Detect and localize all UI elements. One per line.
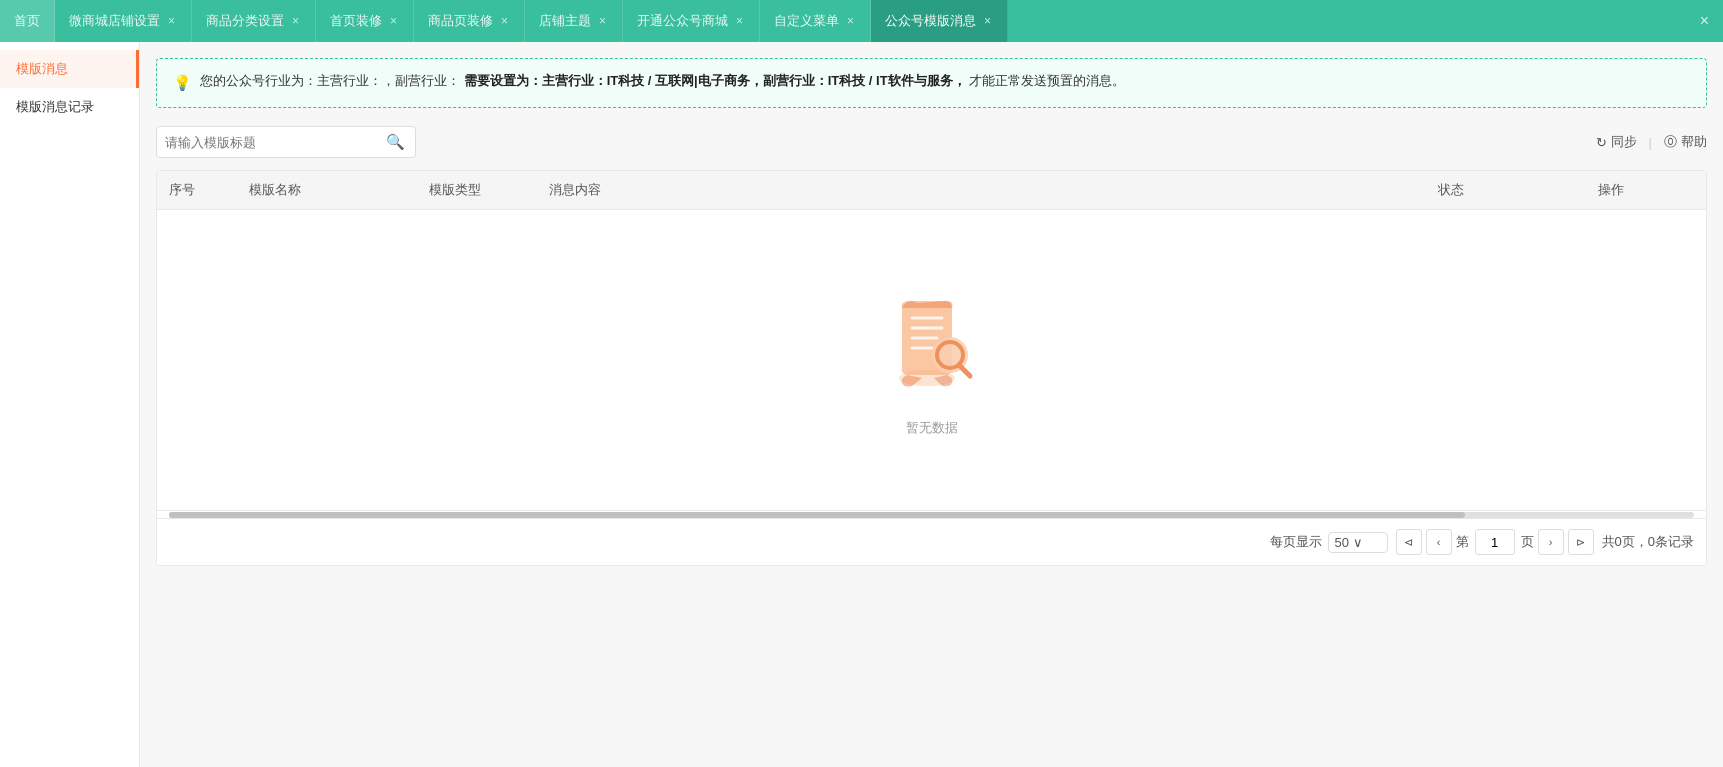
nav-tab-template-msg[interactable]: 公众号模版消息 × <box>871 0 1008 42</box>
empty-text: 暂无数据 <box>906 419 958 437</box>
table-header: 序号 模版名称 模版类型 消息内容 状态 操作 <box>157 171 1706 210</box>
table-body-empty: 暂无数据 <box>157 210 1706 510</box>
sidebar-item-template-record-label: 模版消息记录 <box>16 99 94 114</box>
col-header-index: 序号 <box>157 171 237 209</box>
sync-button[interactable]: ↻ 同步 <box>1596 133 1637 151</box>
notice-highlight: 需要设置为：主营行业：IT科技 / 互联网|电子商务，副营行业：IT科技 / I… <box>464 73 966 88</box>
col-header-status: 状态 <box>1426 171 1586 209</box>
close-template-msg-tab[interactable]: × <box>982 12 993 30</box>
prev-page-button[interactable]: ‹ <box>1426 529 1452 555</box>
page-nav: ⊲ ‹ 第 页 › ⊳ <box>1396 529 1594 555</box>
scroll-bar-area <box>157 510 1706 518</box>
close-weshop-tab[interactable]: × <box>166 12 177 30</box>
help-button[interactable]: ⓪ 帮助 <box>1664 133 1707 151</box>
nav-tab-mall[interactable]: 开通公众号商城 × <box>623 0 760 42</box>
top-nav: 首页 微商城店铺设置 × 商品分类设置 × 首页装修 × 商品页装修 × 店铺主… <box>0 0 1723 42</box>
close-homepage-tab[interactable]: × <box>388 12 399 30</box>
search-icon[interactable]: 🔍 <box>384 131 407 153</box>
main-layout: 模版消息 模版消息记录 💡 您的公众号行业为：主营行业：，副营行业： 需要设置为… <box>0 42 1723 767</box>
nav-tab-template-msg-label: 公众号模版消息 <box>885 12 976 30</box>
col-header-action: 操作 <box>1586 171 1706 209</box>
sidebar-item-template-message[interactable]: 模版消息 <box>0 50 139 88</box>
page-input-wrap: 第 页 <box>1456 529 1534 555</box>
nav-tab-theme[interactable]: 店铺主题 × <box>525 0 623 42</box>
nav-tab-home-label: 首页 <box>14 12 40 30</box>
page-size-value: 50 <box>1335 535 1349 550</box>
nav-tab-homepage[interactable]: 首页装修 × <box>316 0 414 42</box>
notice-text: 您的公众号行业为：主营行业：，副营行业： 需要设置为：主营行业：IT科技 / 互… <box>200 71 1125 92</box>
notice-banner: 💡 您的公众号行业为：主营行业：，副营行业： 需要设置为：主营行业：IT科技 /… <box>156 58 1707 108</box>
svg-line-7 <box>959 365 970 376</box>
notice-icon: 💡 <box>173 71 192 95</box>
page-size-dropdown[interactable]: 50 ∨ <box>1328 532 1388 553</box>
nav-tab-home[interactable]: 首页 <box>0 0 55 42</box>
notice-text-after: 才能正常发送预置的消息。 <box>969 73 1125 88</box>
data-table: 序号 模版名称 模版类型 消息内容 状态 操作 <box>156 170 1707 566</box>
nav-tab-weshop[interactable]: 微商城店铺设置 × <box>55 0 192 42</box>
nav-tab-homepage-label: 首页装修 <box>330 12 382 30</box>
close-theme-tab[interactable]: × <box>597 12 608 30</box>
toolbar-divider: | <box>1649 135 1652 150</box>
sync-icon: ↻ <box>1596 135 1607 150</box>
last-page-button[interactable]: ⊳ <box>1568 529 1594 555</box>
page-prefix-label: 第 <box>1456 533 1469 551</box>
scroll-track[interactable] <box>169 512 1694 518</box>
sidebar-item-template-record[interactable]: 模版消息记录 <box>0 88 139 126</box>
page-size-select: 每页显示 50 ∨ <box>1270 532 1388 553</box>
col-header-content: 消息内容 <box>537 171 1426 209</box>
help-label: 帮助 <box>1681 133 1707 151</box>
col-header-type: 模版类型 <box>417 171 537 209</box>
close-category-tab[interactable]: × <box>290 12 301 30</box>
nav-tab-menu-label: 自定义菜单 <box>774 12 839 30</box>
nav-tab-category[interactable]: 商品分类设置 × <box>192 0 316 42</box>
nav-tab-menu[interactable]: 自定义菜单 × <box>760 0 871 42</box>
nav-tab-product-page-label: 商品页装修 <box>428 12 493 30</box>
help-icon: ⓪ <box>1664 133 1677 151</box>
close-mall-tab[interactable]: × <box>734 12 745 30</box>
page-size-label: 每页显示 <box>1270 533 1322 551</box>
nav-tab-category-label: 商品分类设置 <box>206 12 284 30</box>
chevron-down-icon: ∨ <box>1353 535 1363 550</box>
page-suffix-label: 页 <box>1521 533 1534 551</box>
notice-text-before: 您的公众号行业为：主营行业：，副营行业： <box>200 73 460 88</box>
next-page-button[interactable]: › <box>1538 529 1564 555</box>
close-menu-tab[interactable]: × <box>845 12 856 30</box>
scroll-thumb[interactable] <box>169 512 1465 518</box>
col-header-name: 模版名称 <box>237 171 417 209</box>
search-input-wrap[interactable]: 🔍 <box>156 126 416 158</box>
search-input[interactable] <box>165 135 384 150</box>
first-page-button[interactable]: ⊲ <box>1396 529 1422 555</box>
sidebar-item-template-message-label: 模版消息 <box>16 61 68 76</box>
pagination-row: 每页显示 50 ∨ ⊲ ‹ 第 页 › ⊳ <box>157 518 1706 565</box>
close-all-tabs[interactable]: × <box>1686 12 1723 30</box>
search-bar-row: 🔍 ↻ 同步 | ⓪ 帮助 <box>156 126 1707 158</box>
nav-tab-theme-label: 店铺主题 <box>539 12 591 30</box>
nav-tab-mall-label: 开通公众号商城 <box>637 12 728 30</box>
empty-illustration <box>872 283 992 403</box>
sidebar: 模版消息 模版消息记录 <box>0 42 140 767</box>
toolbar-right: ↻ 同步 | ⓪ 帮助 <box>1596 133 1707 151</box>
close-product-page-tab[interactable]: × <box>499 12 510 30</box>
nav-tab-product-page[interactable]: 商品页装修 × <box>414 0 525 42</box>
content-area: 💡 您的公众号行业为：主营行业：，副营行业： 需要设置为：主营行业：IT科技 /… <box>140 42 1723 767</box>
sync-label: 同步 <box>1611 133 1637 151</box>
page-number-input[interactable] <box>1475 529 1515 555</box>
total-info: 共0页，0条记录 <box>1602 533 1694 551</box>
nav-tab-weshop-label: 微商城店铺设置 <box>69 12 160 30</box>
